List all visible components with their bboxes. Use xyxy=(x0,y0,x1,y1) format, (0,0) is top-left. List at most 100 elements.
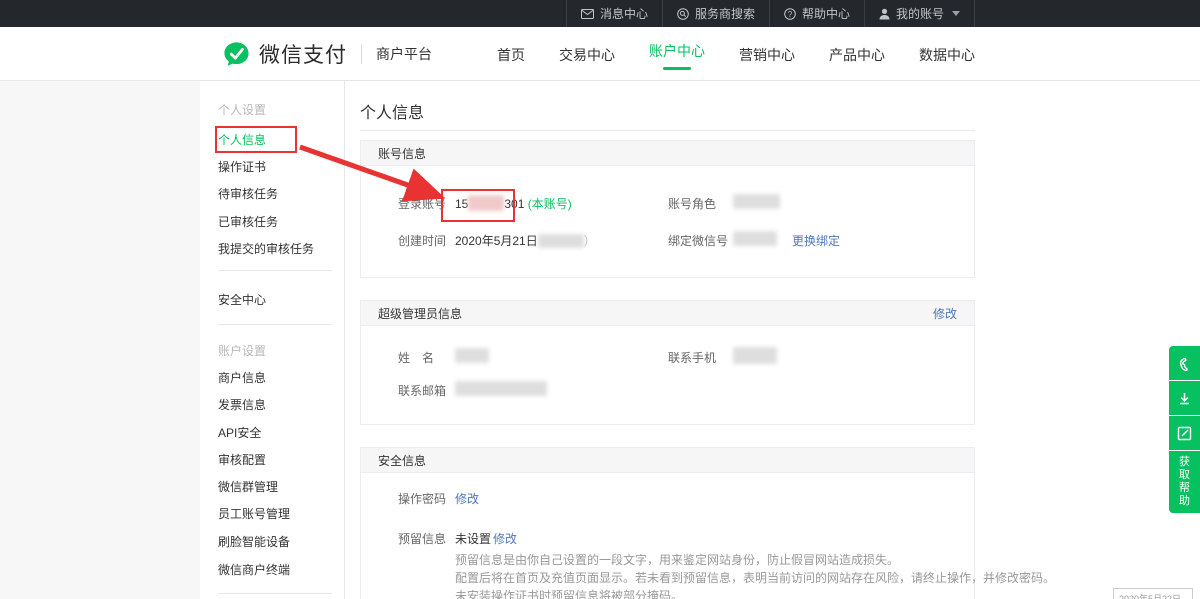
account-role-label: 账号角色 xyxy=(668,195,716,212)
contact-email-label: 联系邮箱 xyxy=(398,382,446,399)
page-title: 个人信息 xyxy=(360,99,424,123)
created-date: 2020年5月21日 xyxy=(455,234,538,248)
admin-edit-link[interactable]: 修改 xyxy=(933,305,957,322)
sidebar-item-security-center[interactable]: 安全中心 xyxy=(218,291,266,308)
user-icon xyxy=(879,8,890,20)
redacted-wechat-id xyxy=(733,231,777,246)
hotline-button[interactable] xyxy=(1169,346,1200,380)
date-tooltip: 2020年5月22日 xyxy=(1113,588,1193,599)
edit-icon xyxy=(1177,426,1192,441)
account-info-header: 账号信息 xyxy=(361,141,974,166)
created-time-value: 2020年5月21日 ） xyxy=(455,232,596,249)
topbar-message-center[interactable]: 消息中心 xyxy=(566,0,662,27)
reserve-edit-link[interactable]: 修改 xyxy=(493,530,517,547)
main-nav: 首页 交易中心 账户中心 营销中心 产品中心 数据中心 xyxy=(497,27,975,81)
topbar-my-account[interactable]: 我的账号 xyxy=(864,0,975,27)
created-time-label: 创建时间 xyxy=(398,232,446,249)
bound-wechat-value xyxy=(733,231,777,246)
redacted-phone xyxy=(733,347,777,364)
sidebar-divider xyxy=(218,593,332,594)
sidebar-item-reviewed-tasks[interactable]: 已审核任务 xyxy=(218,213,278,230)
wechat-pay-logo-icon xyxy=(222,40,251,69)
sidebar-item-face-devices[interactable]: 刷脸智能设备 xyxy=(218,533,290,550)
merchant-platform-page: 消息中心 服务商搜索 ? 帮助中心 我的账号 xyxy=(0,0,1200,599)
reserve-desc-line: 预留信息是由你自己设置的一段文字，用来鉴定网站身份，防止假冒网站造成损失。 xyxy=(455,551,899,568)
topbar-help-center[interactable]: ? 帮助中心 xyxy=(769,0,864,27)
super-admin-header: 超级管理员信息 修改 xyxy=(361,301,974,326)
download-icon xyxy=(1177,391,1192,406)
nav-data-center[interactable]: 数据中心 xyxy=(919,43,975,65)
nav-marketing-center[interactable]: 营销中心 xyxy=(739,43,795,65)
sidebar-group-personal-settings: 个人设置 xyxy=(218,101,266,118)
sidebar-divider xyxy=(218,270,332,271)
sidebar-item-invoice-info[interactable]: 发票信息 xyxy=(218,396,266,413)
nav-home[interactable]: 首页 xyxy=(497,43,525,65)
login-account-label: 登录账号 xyxy=(398,195,446,212)
sidebar-item-pending-review-tasks[interactable]: 待审核任务 xyxy=(218,185,278,202)
left-gutter xyxy=(0,81,200,599)
account-role-value xyxy=(733,194,780,209)
sidebar-group-account-settings: 账户设置 xyxy=(218,342,266,359)
contact-phone-value xyxy=(733,347,777,364)
reserve-desc-line: 未安装操作证书时预留信息将被部分掩码。 xyxy=(455,587,683,599)
sidebar-item-my-submitted-tasks[interactable]: 我提交的审核任务 xyxy=(218,240,314,257)
section-title: 账号信息 xyxy=(378,145,426,162)
search-icon xyxy=(677,8,689,20)
topbar-item-label: 服务商搜索 xyxy=(695,5,755,22)
security-info-header: 安全信息 xyxy=(361,448,974,473)
sidebar-divider xyxy=(218,324,332,325)
password-edit-link[interactable]: 修改 xyxy=(455,490,479,507)
contact-phone-label: 联系手机 xyxy=(668,349,716,366)
redacted-role xyxy=(733,194,780,209)
feedback-button[interactable] xyxy=(1169,416,1200,450)
mail-icon xyxy=(581,9,594,19)
sidebar-item-personal-info[interactable]: 个人信息 xyxy=(218,131,266,148)
login-suffix: 301 xyxy=(504,197,524,211)
get-help-button[interactable]: 获取帮助 xyxy=(1169,451,1200,513)
phone-icon xyxy=(1177,355,1193,371)
help-icon: ? xyxy=(784,8,796,20)
redacted-email xyxy=(455,381,547,396)
current-account-tag: (本账号) xyxy=(528,197,572,211)
download-button[interactable] xyxy=(1169,381,1200,415)
sidebar-item-merchant-info[interactable]: 商户信息 xyxy=(218,369,266,386)
reserve-info-value: 未设置 xyxy=(455,530,491,547)
sidebar-item-wechat-group-mgmt[interactable]: 微信群管理 xyxy=(218,478,278,495)
contact-email-value xyxy=(455,381,547,396)
logo[interactable]: 微信支付 商户平台 xyxy=(222,27,432,81)
nav-product-center[interactable]: 产品中心 xyxy=(829,43,885,65)
sidebar-item-operation-certificate[interactable]: 操作证书 xyxy=(218,158,266,175)
reserve-desc-line: 配置后将在首页及充值页面显示。若未看到预留信息，表明当前访问的网站存在风险，请终… xyxy=(455,569,1055,586)
bound-wechat-label: 绑定微信号 xyxy=(668,232,728,249)
login-account-value: 15 301 (本账号) xyxy=(455,195,572,212)
redacted-name xyxy=(455,348,489,363)
operation-password-label: 操作密码 xyxy=(398,490,446,507)
topbar-item-label: 帮助中心 xyxy=(802,5,850,22)
topbar: 消息中心 服务商搜索 ? 帮助中心 我的账号 xyxy=(0,0,1200,27)
sidebar-item-review-config[interactable]: 审核配置 xyxy=(218,451,266,468)
topbar-service-search[interactable]: 服务商搜索 xyxy=(662,0,769,27)
section-title: 超级管理员信息 xyxy=(378,305,462,322)
sidebar: 个人设置 个人信息 操作证书 待审核任务 已审核任务 我提交的审核任务 安全中心… xyxy=(200,81,345,599)
name-value xyxy=(455,348,489,363)
platform-subtitle: 商户平台 xyxy=(376,44,432,64)
nav-transaction-center[interactable]: 交易中心 xyxy=(559,43,615,65)
logo-divider xyxy=(361,44,362,64)
topbar-item-label: 我的账号 xyxy=(896,5,944,22)
reserve-info-label: 预留信息 xyxy=(398,530,446,547)
name-label: 姓 名 xyxy=(398,349,434,366)
sidebar-item-staff-account-mgmt[interactable]: 员工账号管理 xyxy=(218,505,290,522)
get-help-label: 获取帮助 xyxy=(1178,451,1191,513)
login-prefix: 15 xyxy=(455,197,468,211)
sidebar-item-api-security[interactable]: API安全 xyxy=(218,424,261,441)
created-suffix: ） xyxy=(584,234,596,248)
section-title: 安全信息 xyxy=(378,452,426,469)
logo-text: 微信支付 xyxy=(259,39,347,69)
redacted-created-time xyxy=(538,234,584,248)
rebind-link[interactable]: 更换绑定 xyxy=(792,232,840,249)
header: 微信支付 商户平台 首页 交易中心 账户中心 营销中心 产品中心 数据中心 xyxy=(0,27,1200,81)
sidebar-item-merchant-terminal[interactable]: 微信商户终端 xyxy=(218,561,290,578)
nav-account-center[interactable]: 账户中心 xyxy=(649,39,705,70)
redacted-login-middle xyxy=(468,195,504,211)
title-divider xyxy=(360,130,975,131)
